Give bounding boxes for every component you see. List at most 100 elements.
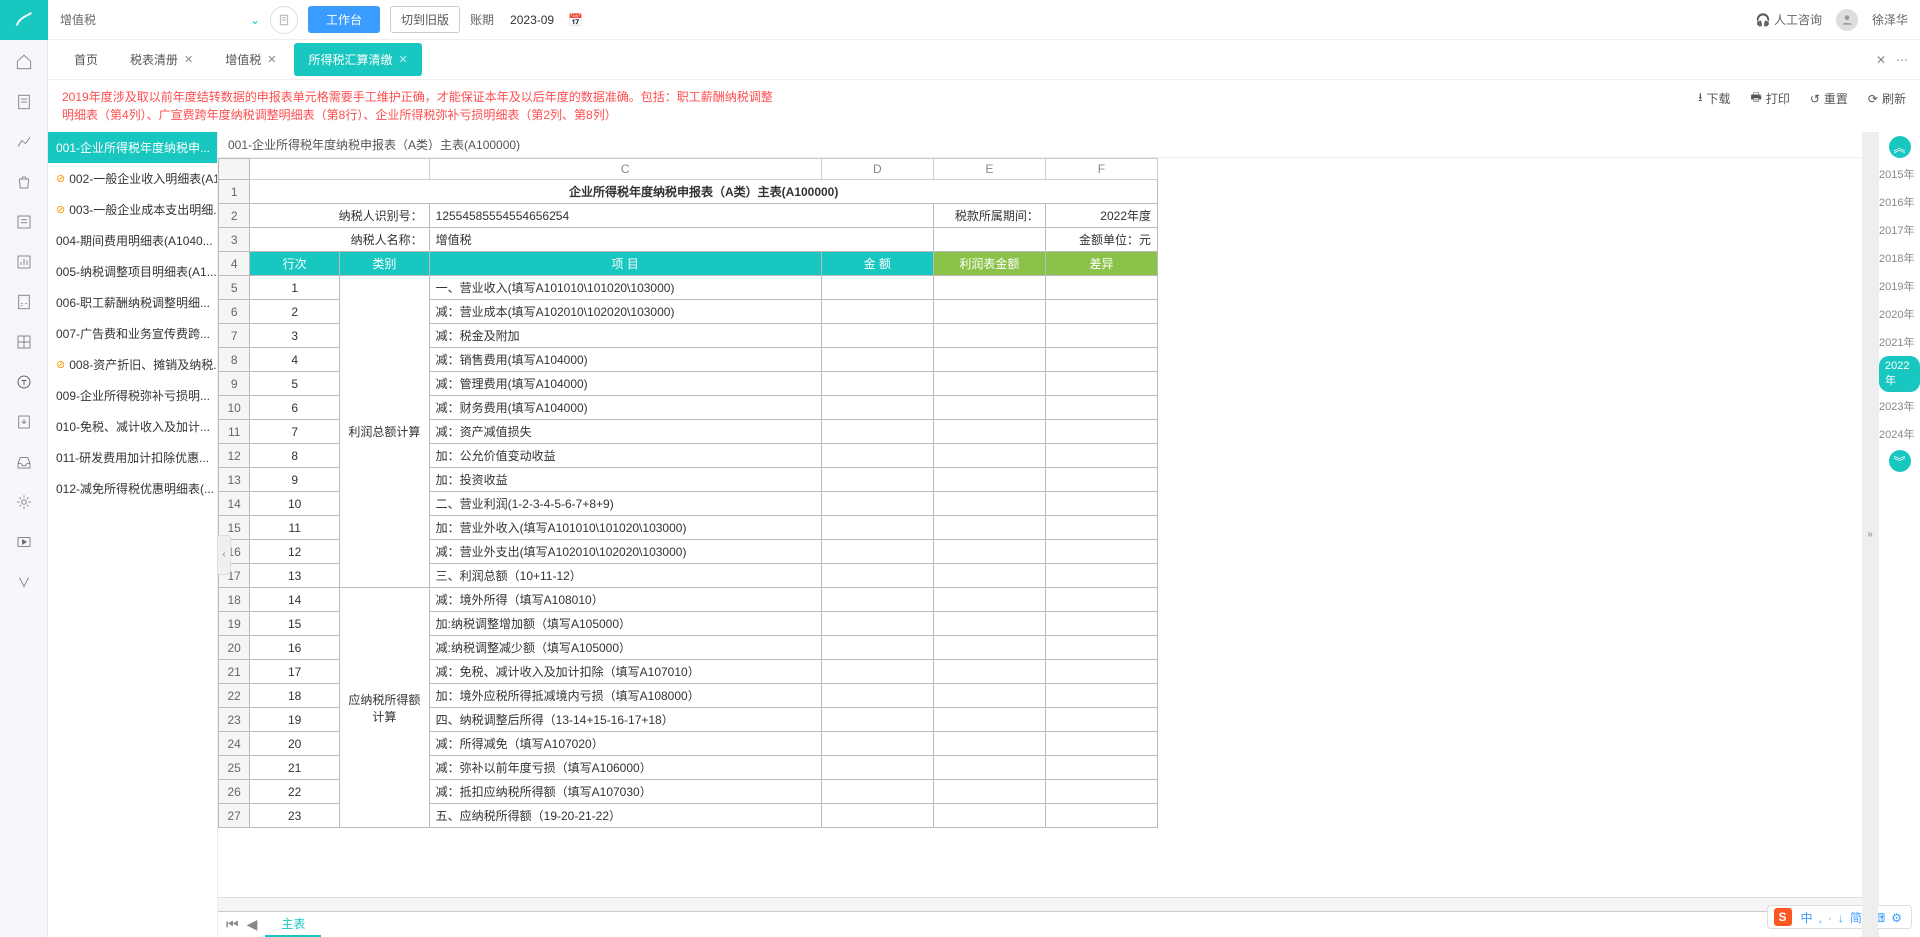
line-cell[interactable]: 13: [250, 564, 340, 588]
row-number[interactable]: 10: [219, 396, 250, 420]
line-cell[interactable]: 15: [250, 612, 340, 636]
form-list-item[interactable]: 012-减免所得税优惠明细表(...: [48, 473, 217, 504]
amount-cell[interactable]: [821, 492, 933, 516]
pl-cell[interactable]: [933, 348, 1045, 372]
pl-cell[interactable]: [933, 324, 1045, 348]
form-list-item[interactable]: 001-企业所得税年度纳税申...: [48, 132, 217, 163]
item-cell[interactable]: 减：营业外支出(填写A102010\102020\103000): [429, 540, 821, 564]
tab-增值税[interactable]: 增值税✕: [211, 43, 290, 76]
year-item[interactable]: 2018年: [1879, 244, 1920, 272]
pl-cell[interactable]: [933, 564, 1045, 588]
row-number[interactable]: 12: [219, 444, 250, 468]
row-number[interactable]: 27: [219, 804, 250, 828]
item-cell[interactable]: 三、利润总额（10+11-12）: [429, 564, 821, 588]
year-item[interactable]: 2024年: [1879, 420, 1920, 448]
form-list-item[interactable]: ⊘002-一般企业收入明细表(A1...: [48, 163, 217, 194]
diff-cell[interactable]: [1045, 804, 1157, 828]
calendar-icon[interactable]: 📅: [568, 13, 583, 27]
horizontal-scrollbar[interactable]: [218, 897, 1878, 911]
pl-cell[interactable]: [933, 396, 1045, 420]
line-cell[interactable]: 8: [250, 444, 340, 468]
item-cell[interactable]: 减：管理费用(填写A104000): [429, 372, 821, 396]
diff-cell[interactable]: [1045, 300, 1157, 324]
row-number[interactable]: 11: [219, 420, 250, 444]
year-item[interactable]: 2020年: [1879, 300, 1920, 328]
item-cell[interactable]: 减:纳税调整减少额（填写A105000）: [429, 636, 821, 660]
line-cell[interactable]: 10: [250, 492, 340, 516]
row-number[interactable]: 8: [219, 348, 250, 372]
item-cell[interactable]: 减：弥补以前年度亏损（填写A106000）: [429, 756, 821, 780]
row-number[interactable]: 9: [219, 372, 250, 396]
year-item[interactable]: 2015年: [1879, 160, 1920, 188]
amount-cell[interactable]: [821, 468, 933, 492]
ime-item[interactable]: 中: [1801, 911, 1813, 925]
sheet-nav-first-icon[interactable]: ⏮: [226, 916, 239, 933]
amount-cell[interactable]: [821, 588, 933, 612]
row-number[interactable]: 25: [219, 756, 250, 780]
col-letter[interactable]: F: [1045, 159, 1157, 180]
line-cell[interactable]: 23: [250, 804, 340, 828]
pl-cell[interactable]: [933, 540, 1045, 564]
grid-scroll[interactable]: C D E F 1 企业所得税年度纳税申报表（A类）主表(A100000) 2 …: [218, 158, 1878, 897]
line-cell[interactable]: 18: [250, 684, 340, 708]
year-up-icon[interactable]: ︽: [1889, 136, 1911, 158]
item-cell[interactable]: 减：税金及附加: [429, 324, 821, 348]
company-selector[interactable]: 增值税 ⌄: [60, 11, 260, 28]
amount-cell[interactable]: [821, 372, 933, 396]
nav-v-icon[interactable]: [0, 564, 48, 600]
workbench-button[interactable]: 工作台: [308, 6, 380, 33]
item-cell[interactable]: 加：公允价值变动收益: [429, 444, 821, 468]
user-name[interactable]: 徐泽华: [1872, 11, 1908, 28]
form-list-item[interactable]: 006-职工薪酬纳税调整明细...: [48, 287, 217, 318]
nav-report-icon[interactable]: [0, 244, 48, 280]
pl-cell[interactable]: [933, 756, 1045, 780]
amount-cell[interactable]: [821, 564, 933, 588]
pl-cell[interactable]: [933, 516, 1045, 540]
item-cell[interactable]: 加：境外应税所得抵减境内亏损（填写A108000）: [429, 684, 821, 708]
amount-cell[interactable]: [821, 756, 933, 780]
line-cell[interactable]: 5: [250, 372, 340, 396]
nav-list-icon[interactable]: [0, 204, 48, 240]
line-cell[interactable]: 22: [250, 780, 340, 804]
year-item[interactable]: 2017年: [1879, 216, 1920, 244]
amount-cell[interactable]: [821, 684, 933, 708]
pl-cell[interactable]: [933, 276, 1045, 300]
line-cell[interactable]: 2: [250, 300, 340, 324]
tab-所得税汇算清缴[interactable]: 所得税汇算清缴✕: [294, 43, 421, 76]
tab-首页[interactable]: 首页: [60, 43, 112, 76]
pl-cell[interactable]: [933, 660, 1045, 684]
tab-more-icon[interactable]: ⋯: [1896, 53, 1908, 67]
pl-cell[interactable]: [933, 420, 1045, 444]
nav-calc-icon[interactable]: [0, 284, 48, 320]
year-down-icon[interactable]: ︾: [1889, 450, 1911, 472]
amount-cell[interactable]: [821, 780, 933, 804]
line-cell[interactable]: 11: [250, 516, 340, 540]
item-cell[interactable]: 减：销售费用(填写A104000): [429, 348, 821, 372]
item-cell[interactable]: 减：抵扣应纳税所得额（填写A107030）: [429, 780, 821, 804]
diff-cell[interactable]: [1045, 636, 1157, 660]
diff-cell[interactable]: [1045, 612, 1157, 636]
diff-cell[interactable]: [1045, 444, 1157, 468]
form-list-item[interactable]: 005-纳税调整项目明细表(A1...: [48, 256, 217, 287]
reset-button[interactable]: ↺ 重置: [1810, 88, 1848, 109]
item-cell[interactable]: 二、营业利润(1-2-3-4-5-6-7+8+9): [429, 492, 821, 516]
amount-cell[interactable]: [821, 276, 933, 300]
form-list-item[interactable]: 007-广告费和业务宣传费跨...: [48, 318, 217, 349]
close-icon[interactable]: ✕: [399, 53, 408, 66]
tab-税表清册[interactable]: 税表清册✕: [116, 43, 207, 76]
diff-cell[interactable]: [1045, 276, 1157, 300]
row-number[interactable]: 7: [219, 324, 250, 348]
nav-tax-icon[interactable]: [0, 364, 48, 400]
year-item[interactable]: 2021年: [1879, 328, 1920, 356]
row-number[interactable]: 3: [219, 228, 250, 252]
item-cell[interactable]: 减：境外所得（填写A108010）: [429, 588, 821, 612]
nav-doc-icon[interactable]: [0, 84, 48, 120]
row-number[interactable]: 4: [219, 252, 250, 276]
nav-grid-icon[interactable]: [0, 324, 48, 360]
amount-cell[interactable]: [821, 348, 933, 372]
line-cell[interactable]: 1: [250, 276, 340, 300]
diff-cell[interactable]: [1045, 492, 1157, 516]
row-number[interactable]: 26: [219, 780, 250, 804]
pl-cell[interactable]: [933, 636, 1045, 660]
amount-cell[interactable]: [821, 324, 933, 348]
